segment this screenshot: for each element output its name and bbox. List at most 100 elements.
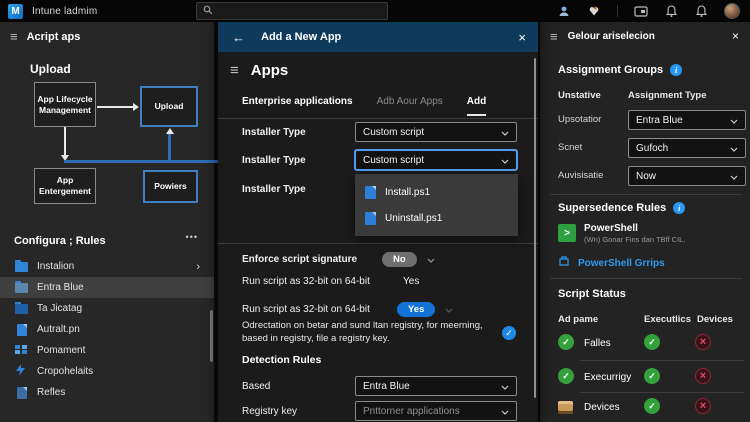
chevron-down-icon[interactable]	[445, 300, 453, 318]
based-row: Based Entra Blue	[242, 376, 524, 396]
exec-success-icon: ✓	[644, 398, 660, 414]
tab-add-aour-apps[interactable]: Adb Aour Apps	[377, 96, 443, 116]
installer-type-label: Installer Type	[242, 184, 306, 195]
powershell-grips-icon	[558, 254, 570, 272]
assistant-icon[interactable]	[557, 4, 571, 18]
installer-type-row-1: Installer Type Custom script	[242, 122, 524, 142]
rule-item-label: Ta Jicatag	[37, 303, 83, 314]
chevron-down-icon	[501, 123, 509, 141]
menu-item-uninstall-ps1[interactable]: Uninstall.ps1	[355, 205, 518, 231]
global-search-input[interactable]	[196, 2, 388, 20]
hamburger-icon[interactable]: ≡	[10, 30, 18, 43]
rule-item-label: Refles	[37, 387, 66, 398]
rule-item-label: Autralt.pn	[37, 324, 80, 335]
enforce-signature-label: Enforce script signature	[242, 253, 358, 265]
rules-list: Instalion › Entra Blue Ta Jicatag Autral…	[0, 256, 214, 403]
section-divider	[550, 194, 742, 195]
topbar-icon-group	[557, 0, 750, 22]
powershell-grips-link-row[interactable]: PowerShell Grrips	[558, 254, 665, 272]
registry-key-row: Registry key Pnttorner applications	[242, 401, 524, 421]
rule-item-label: Instalion	[37, 261, 75, 272]
hamburger-icon[interactable]: ≡	[230, 63, 239, 78]
sidebar-scrollbar[interactable]	[210, 310, 213, 362]
rule-item-entra-blue-selected[interactable]: Entra Blue	[0, 277, 214, 298]
lightning-icon	[15, 364, 28, 379]
diagram-heading: Upload	[30, 62, 71, 76]
installer-type-dropdown-1[interactable]: Custom script	[355, 122, 517, 142]
assignment-dropdown-3[interactable]: Now	[628, 166, 746, 186]
connector-alm-to-upload	[97, 106, 133, 108]
tab-enterprise-applications[interactable]: Enterprise applications	[242, 96, 353, 116]
sidebar-header: ≡ Acript aps	[10, 30, 80, 43]
diagram-node-powers[interactable]: Powiers	[143, 170, 198, 203]
dropdown-value: Entra Blue	[636, 114, 683, 126]
device-fail-icon: ×	[695, 368, 711, 384]
device-fail-icon: ×	[695, 398, 711, 414]
based-dropdown[interactable]: Entra Blue	[355, 376, 517, 396]
rule-item-pomament[interactable]: Pomament	[0, 340, 214, 361]
menu-item-install-ps1[interactable]: Install.ps1	[355, 179, 518, 205]
status-row-separator	[580, 392, 744, 393]
close-icon[interactable]: ×	[732, 29, 739, 43]
rule-item-instalion[interactable]: Instalion ›	[0, 256, 214, 277]
diagram-node-app-lifecycle[interactable]: App Lifecycle Management	[34, 82, 96, 127]
screen-share-icon[interactable]	[634, 4, 648, 18]
user-avatar[interactable]	[724, 3, 740, 19]
powershell-grips-link[interactable]: PowerShell Grrips	[578, 258, 665, 269]
add-app-title: Add a New App	[261, 31, 342, 43]
diagram-node-app-entergement[interactable]: App Entergement	[34, 168, 96, 204]
installer-type-dropdown-2-focused[interactable]: Custom script	[355, 150, 517, 170]
topbar-separator	[617, 5, 618, 17]
registry-note-text: Odrectation on betar and sund ltan regis…	[242, 320, 483, 344]
registry-key-dropdown[interactable]: Pnttorner applications	[355, 401, 517, 421]
assignment-dropdown-2[interactable]: Gufoch	[628, 138, 746, 158]
detection-rules-title: Detection Rules	[242, 354, 322, 366]
alerts-bell-icon[interactable]	[694, 4, 708, 18]
rule-item-refles[interactable]: Refles	[0, 382, 214, 403]
registry-key-label: Registry key	[242, 405, 298, 417]
installer-file-menu: Install.ps1 Uninstall.ps1	[355, 174, 518, 236]
diagram-node-upload[interactable]: Upload	[140, 86, 198, 127]
back-arrow-icon[interactable]: ←	[232, 30, 245, 45]
close-icon[interactable]: ×	[518, 30, 526, 45]
menu-item-label: Uninstall.ps1	[385, 212, 443, 224]
gift-icon[interactable]	[587, 4, 601, 18]
section-title-text: Assignment Groups	[558, 64, 664, 76]
dropdown-value: Gufoch	[636, 142, 669, 154]
info-icon[interactable]: i	[670, 64, 683, 76]
rules-section-title: Configura ; Rules	[14, 235, 106, 247]
chevron-down-icon	[730, 139, 738, 157]
folder-icon	[15, 280, 28, 293]
powershell-app-name: PowerShell	[584, 223, 638, 234]
assignment-groups-title: Assignment Groups i	[558, 64, 683, 76]
menu-item-label: Install.ps1	[385, 186, 431, 198]
run-32bit-row-2: Run script as 32-bit on 64-bit Yes	[242, 300, 524, 318]
signature-no-toggle[interactable]: No	[382, 251, 417, 267]
top-bar: M Intune ladmim	[0, 0, 750, 22]
status-row-separator	[580, 360, 744, 361]
rule-item-label: Cropohelaits	[37, 366, 94, 377]
app-title: Intune ladmim	[32, 5, 98, 17]
status-ok-icon: ✓	[558, 334, 574, 350]
dropdown-value: Now	[636, 170, 657, 182]
hamburger-icon[interactable]: ≡	[550, 30, 558, 43]
folder-icon	[15, 259, 28, 272]
tab-add[interactable]: Add	[466, 96, 487, 116]
left-sidebar: ≡ Acript aps Upload App Lifecycle Manage…	[0, 22, 218, 422]
notifications-bell-icon[interactable]	[664, 4, 678, 18]
add-app-panel: ← Add a New App × ≡ Apps Enterprise appl…	[218, 22, 538, 422]
assignment-dropdown-1[interactable]: Entra Blue	[628, 110, 746, 130]
note-checkbox-checked[interactable]: ✓	[502, 326, 516, 340]
rule-item-ta-jicatag[interactable]: Ta Jicatag	[0, 298, 214, 319]
more-options-icon[interactable]: •••	[186, 232, 198, 242]
panel-scrollbar[interactable]	[534, 58, 536, 398]
right-panel-header: ≡ Gelour ariselecion	[550, 30, 655, 43]
status-col-devices: Devices	[697, 314, 733, 325]
rule-item-autralt[interactable]: Autralt.pn	[0, 319, 214, 340]
rule-item-cropohelaits[interactable]: Cropohelaits	[0, 361, 214, 382]
info-icon[interactable]: i	[673, 202, 686, 214]
rule-item-label: Entra Blue	[37, 282, 84, 293]
chevron-down-icon[interactable]	[427, 250, 435, 268]
run-32bit-yes-toggle[interactable]: Yes	[397, 301, 436, 317]
assignment-row-label: Upsotatior	[558, 114, 602, 125]
